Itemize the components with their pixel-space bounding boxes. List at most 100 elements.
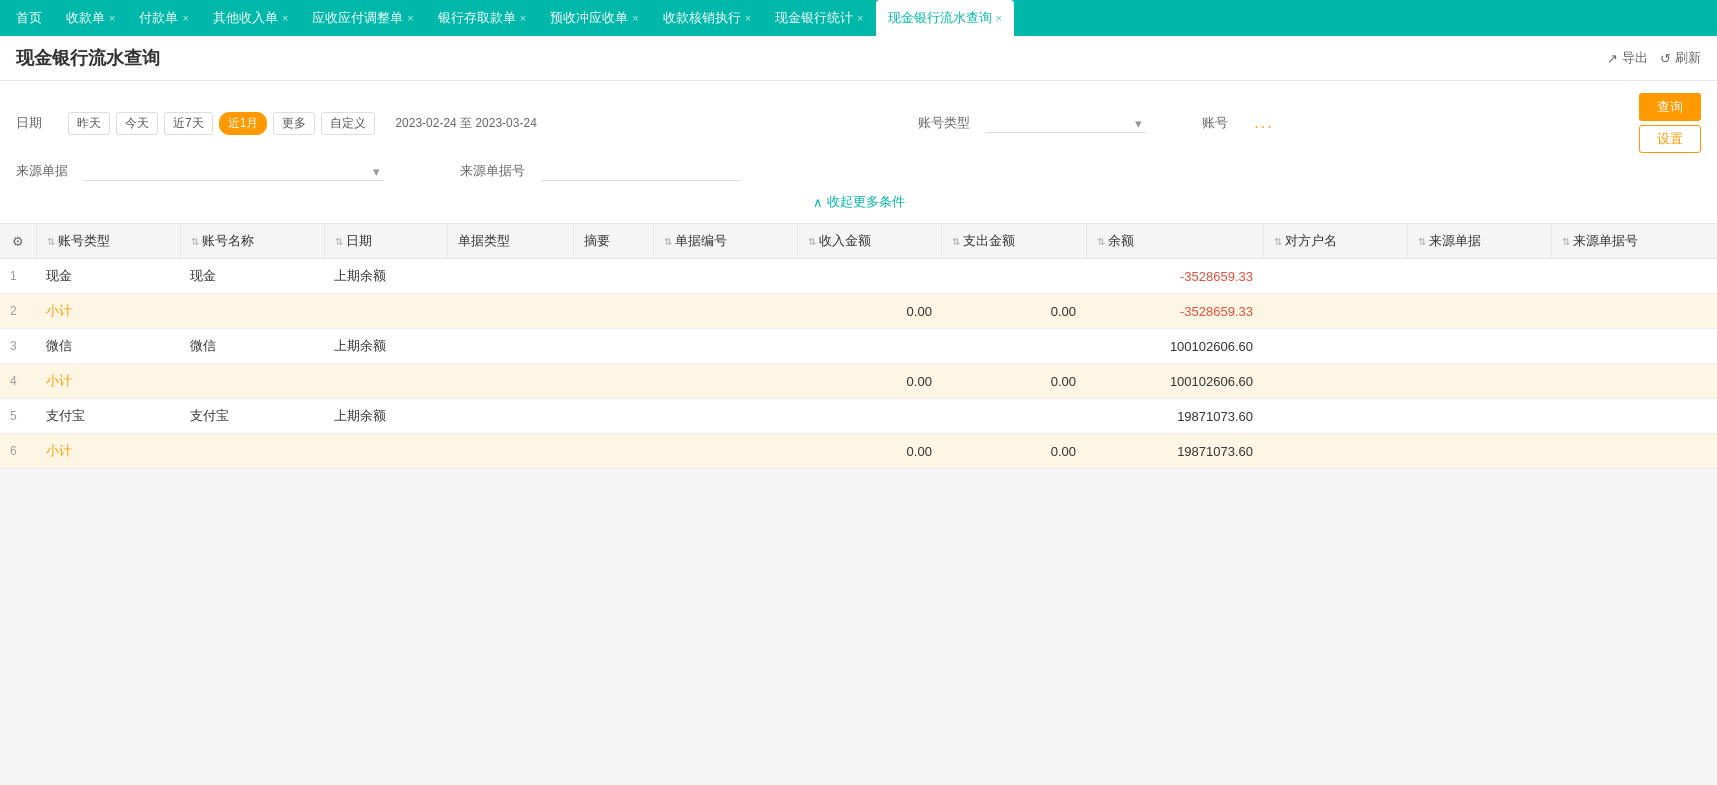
- cell-expense: 0.00: [942, 434, 1086, 469]
- cell-date: 上期余额: [324, 259, 448, 294]
- date-btn-today[interactable]: 今天: [116, 112, 158, 135]
- nav-other-income[interactable]: 其他收入单 ×: [201, 0, 300, 36]
- table-container: ⚙ 账号类型 账号名称 日期 单据类型 摘要 单据编号 收入金额 支出金额 余额…: [0, 224, 1717, 469]
- th-date[interactable]: 日期: [324, 224, 448, 259]
- cell-expense: 0.00: [942, 294, 1086, 329]
- nav-label: 付款单: [139, 9, 178, 27]
- collapse-label: 收起更多条件: [827, 193, 905, 211]
- query-button[interactable]: 查询: [1639, 93, 1701, 121]
- filter-row-1: 日期 昨天 今天 近7天 近1月 更多 自定义 2023-02-24 至 202…: [16, 93, 1701, 153]
- th-counterpart[interactable]: 对方户名: [1263, 224, 1407, 259]
- nav-collection-exec[interactable]: 收款核销执行 ×: [651, 0, 763, 36]
- date-btn-more[interactable]: 更多: [273, 112, 315, 135]
- cell-summary: [573, 329, 654, 364]
- date-btn-custom[interactable]: 自定义: [321, 112, 375, 135]
- nav-receipt[interactable]: 收款单 ×: [54, 0, 127, 36]
- export-label: 导出: [1622, 49, 1648, 67]
- cell-index: 6: [0, 434, 36, 469]
- filter-row-2: 来源单据 来源单据号: [16, 161, 1701, 181]
- nav-home[interactable]: 首页: [4, 0, 54, 36]
- cell-doc_type: [448, 399, 573, 434]
- cell-index: 2: [0, 294, 36, 329]
- nav-close-icon[interactable]: ×: [109, 12, 115, 24]
- nav-prepayment[interactable]: 预收冲应收单 ×: [538, 0, 650, 36]
- cell-date: [324, 294, 448, 329]
- th-source-doc-no[interactable]: 来源单据号: [1551, 224, 1717, 259]
- cell-income: 0.00: [798, 364, 942, 399]
- cell-summary: [573, 364, 654, 399]
- cell-counterpart: [1263, 329, 1407, 364]
- cell-account_name: [180, 294, 324, 329]
- nav-cash-bank-stat[interactable]: 现金银行统计 ×: [763, 0, 875, 36]
- nav-label: 收款核销执行: [663, 9, 741, 27]
- source-doc-no-input[interactable]: [541, 161, 741, 181]
- cell-source_doc_no: [1551, 399, 1717, 434]
- nav-payment[interactable]: 付款单 ×: [127, 0, 200, 36]
- account-dots-button[interactable]: ...: [1254, 114, 1273, 132]
- nav-close-icon[interactable]: ×: [407, 12, 413, 24]
- account-type-select[interactable]: 现金 微信 支付宝: [986, 113, 1146, 133]
- cell-counterpart: [1263, 364, 1407, 399]
- th-income[interactable]: 收入金额: [798, 224, 942, 259]
- nav-ar-ap-adjust[interactable]: 应收应付调整单 ×: [300, 0, 425, 36]
- th-summary: 摘要: [573, 224, 654, 259]
- cell-account_name: [180, 434, 324, 469]
- account-label: 账号: [1202, 114, 1238, 132]
- th-account-name[interactable]: 账号名称: [180, 224, 324, 259]
- nav-label: 应收应付调整单: [312, 9, 403, 27]
- cell-counterpart: [1263, 294, 1407, 329]
- cell-summary: [573, 259, 654, 294]
- nav-label: 银行存取款单: [438, 9, 516, 27]
- setting-button[interactable]: 设置: [1639, 125, 1701, 153]
- nav-label: 现金银行统计: [775, 9, 853, 27]
- source-doc-select[interactable]: [84, 161, 384, 181]
- nav-close-icon[interactable]: ×: [996, 12, 1002, 24]
- nav-label: 现金银行流水查询: [888, 9, 992, 27]
- cell-income: [798, 399, 942, 434]
- cell-counterpart: [1263, 259, 1407, 294]
- th-balance[interactable]: 余额: [1086, 224, 1263, 259]
- nav-close-icon[interactable]: ×: [282, 12, 288, 24]
- date-buttons: 昨天 今天 近7天 近1月 更多 自定义: [68, 112, 375, 135]
- date-btn-yesterday[interactable]: 昨天: [68, 112, 110, 135]
- nav-cash-bank-flow[interactable]: 现金银行流水查询 ×: [876, 0, 1014, 36]
- cell-source_doc_no: [1551, 364, 1717, 399]
- th-account-type[interactable]: 账号类型: [36, 224, 180, 259]
- cell-doc_no: [654, 399, 798, 434]
- cell-summary: [573, 294, 654, 329]
- table-row: 3微信微信上期余额100102606.60: [0, 329, 1717, 364]
- table-row: 1现金现金上期余额-3528659.33: [0, 259, 1717, 294]
- cell-source_doc_no: [1551, 329, 1717, 364]
- source-doc-label: 来源单据: [16, 162, 68, 180]
- nav-close-icon[interactable]: ×: [857, 12, 863, 24]
- refresh-button[interactable]: ↺ 刷新: [1660, 49, 1701, 67]
- nav-bank-deposit[interactable]: 银行存取款单 ×: [426, 0, 538, 36]
- th-doc-no[interactable]: 单据编号: [654, 224, 798, 259]
- export-icon: ↗: [1607, 51, 1618, 66]
- export-button[interactable]: ↗ 导出: [1607, 49, 1648, 67]
- nav-close-icon[interactable]: ×: [632, 12, 638, 24]
- cell-account_type: 微信: [36, 329, 180, 364]
- nav-close-icon[interactable]: ×: [520, 12, 526, 24]
- cell-account_name: 微信: [180, 329, 324, 364]
- nav-close-icon[interactable]: ×: [182, 12, 188, 24]
- collapse-icon: ∧: [813, 195, 823, 210]
- cell-counterpart: [1263, 399, 1407, 434]
- cell-balance: 19871073.60: [1086, 434, 1263, 469]
- th-expense[interactable]: 支出金额: [942, 224, 1086, 259]
- account-type-select-wrapper: 现金 微信 支付宝: [986, 113, 1146, 133]
- table-settings-th[interactable]: ⚙: [0, 224, 36, 259]
- cell-expense: [942, 399, 1086, 434]
- date-btn-1month[interactable]: 近1月: [219, 112, 268, 135]
- cell-doc_no: [654, 434, 798, 469]
- th-source-doc[interactable]: 来源单据: [1407, 224, 1551, 259]
- cell-income: [798, 329, 942, 364]
- cell-source_doc: [1407, 294, 1551, 329]
- nav-close-icon[interactable]: ×: [745, 12, 751, 24]
- source-doc-no-label: 来源单据号: [460, 162, 525, 180]
- date-btn-7days[interactable]: 近7天: [164, 112, 213, 135]
- refresh-label: 刷新: [1675, 49, 1701, 67]
- collapse-more-button[interactable]: ∧ 收起更多条件: [16, 189, 1701, 211]
- cell-doc_type: [448, 434, 573, 469]
- cell-balance: -3528659.33: [1086, 294, 1263, 329]
